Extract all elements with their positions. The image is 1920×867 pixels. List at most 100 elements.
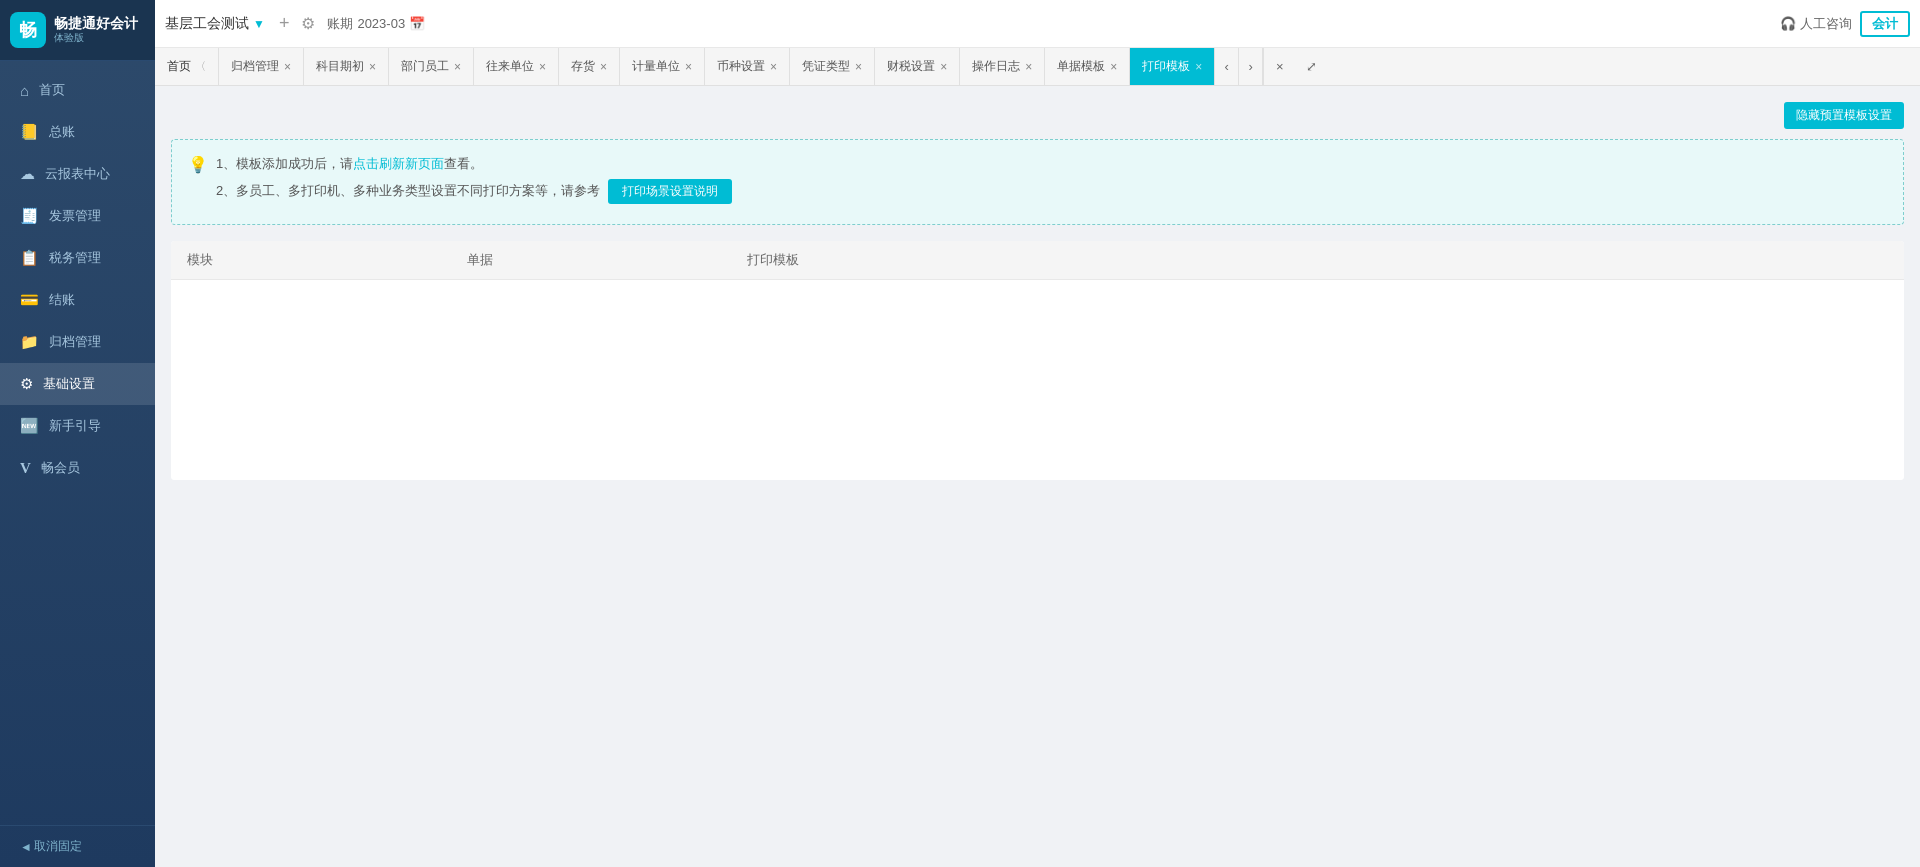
col-receipt: 单据 xyxy=(467,251,747,269)
tab-close-icon[interactable]: × xyxy=(600,60,607,74)
header: 基层工会测试 ▼ + ⚙ 账期 2023-03 📅 🎧 人工咨询 会计 xyxy=(155,0,1920,48)
sidebar-footer-btn[interactable]: ◄ 取消固定 xyxy=(0,825,155,867)
sidebar-item-label: 结账 xyxy=(49,291,75,309)
sidebar-item-home[interactable]: ⌂ 首页 xyxy=(0,69,155,111)
logo-icon: 畅 xyxy=(10,12,46,48)
col-template: 打印模板 xyxy=(747,251,1888,269)
tab-close-icon[interactable]: × xyxy=(454,60,461,74)
sidebar-item-checkout[interactable]: 💳 结账 xyxy=(0,279,155,321)
logo-title: 畅捷通好会计 xyxy=(54,15,138,32)
company-selector[interactable]: 基层工会测试 ▼ xyxy=(165,15,265,33)
bulb-icon: 💡 xyxy=(188,155,208,174)
tab-close-icon[interactable]: × xyxy=(284,60,291,74)
tab-close-icon[interactable]: × xyxy=(685,60,692,74)
tab-close-icon[interactable]: × xyxy=(1110,60,1117,74)
notice-row-1: 💡 1、模板添加成功后，请点击刷新新页面查看。 2、多员工、多打印机、多种业务类… xyxy=(188,154,1887,204)
calendar-icon[interactable]: 📅 xyxy=(409,16,425,31)
tab-label: 打印模板 xyxy=(1142,58,1190,75)
tab-receipt[interactable]: 单据模板 × xyxy=(1045,48,1130,86)
tab-label: 财税设置 xyxy=(887,58,935,75)
tab-inventory[interactable]: 存货 × xyxy=(559,48,620,86)
sidebar-item-invoice[interactable]: 🧾 发票管理 xyxy=(0,195,155,237)
sidebar-item-member[interactable]: V 畅会员 xyxy=(0,447,155,489)
tab-subject[interactable]: 科目期初 × xyxy=(304,48,389,86)
period-label: 账期 xyxy=(327,15,353,33)
tab-label: 币种设置 xyxy=(717,58,765,75)
sidebar-item-ledger[interactable]: 📒 总账 xyxy=(0,111,155,153)
tab-label: 首页 xyxy=(167,58,191,75)
tab-taxsetting[interactable]: 财税设置 × xyxy=(875,48,960,86)
tab-voucher[interactable]: 凭证类型 × xyxy=(790,48,875,86)
sidebar-item-label: 归档管理 xyxy=(49,333,101,351)
tab-close-icon[interactable]: × xyxy=(539,60,546,74)
logo-sub: 体验版 xyxy=(54,31,138,45)
company-dropdown-icon: ▼ xyxy=(253,17,265,31)
basic-icon: ⚙ xyxy=(20,375,33,393)
add-tab-button[interactable]: + xyxy=(279,13,290,34)
sidebar-item-label: 总账 xyxy=(49,123,75,141)
tab-supplier[interactable]: 往来单位 × xyxy=(474,48,559,86)
period-value: 2023-03 xyxy=(357,16,405,31)
invoice-icon: 🧾 xyxy=(20,207,39,225)
sidebar-item-archive[interactable]: 📁 归档管理 xyxy=(0,321,155,363)
print-scene-btn[interactable]: 打印场景设置说明 xyxy=(608,179,732,204)
tab-department[interactable]: 部门员工 × xyxy=(389,48,474,86)
settings-icon[interactable]: ⚙ xyxy=(301,14,315,33)
refresh-link[interactable]: 点击刷新新页面 xyxy=(353,156,444,171)
home-icon: ⌂ xyxy=(20,82,29,99)
sidebar-item-label: 首页 xyxy=(39,81,65,99)
tab-close-icon[interactable]: × xyxy=(1195,60,1202,74)
tab-label: 计量单位 xyxy=(632,58,680,75)
tab-archive[interactable]: 归档管理 × xyxy=(219,48,304,86)
tab-close-all-button[interactable]: × xyxy=(1263,48,1295,86)
sidebar-item-tax[interactable]: 📋 税务管理 xyxy=(0,237,155,279)
tab-close-icon[interactable]: × xyxy=(369,60,376,74)
logo: 畅 畅捷通好会计 体验版 xyxy=(0,0,155,61)
tab-label: 科目期初 xyxy=(316,58,364,75)
tax-icon: 📋 xyxy=(20,249,39,267)
support-button[interactable]: 🎧 人工咨询 xyxy=(1780,15,1852,33)
sidebar-footer-label: 取消固定 xyxy=(34,838,82,855)
tab-oplog[interactable]: 操作日志 × xyxy=(960,48,1045,86)
sidebar-item-label: 税务管理 xyxy=(49,249,101,267)
tab-home-arrow: 〈 xyxy=(195,59,206,74)
tab-close-icon[interactable]: × xyxy=(1025,60,1032,74)
tab-home[interactable]: 首页 〈 xyxy=(155,48,219,86)
ledger-icon: 📒 xyxy=(20,123,39,141)
table-header: 模块 单据 打印模板 xyxy=(171,241,1904,280)
company-name: 基层工会测试 xyxy=(165,15,249,33)
kuaiji-button[interactable]: 会计 xyxy=(1860,11,1910,37)
sidebar-item-label: 新手引导 xyxy=(49,417,101,435)
header-right: 🎧 人工咨询 会计 xyxy=(1780,11,1910,37)
tab-expand-button[interactable]: ⤢ xyxy=(1295,48,1327,86)
hide-template-button[interactable]: 隐藏预置模板设置 xyxy=(1784,102,1904,129)
tab-label: 部门员工 xyxy=(401,58,449,75)
tab-close-icon[interactable]: × xyxy=(770,60,777,74)
print-template-table: 模块 单据 打印模板 xyxy=(171,241,1904,480)
notice-line-1: 1、模板添加成功后，请点击刷新新页面查看。 xyxy=(216,154,732,175)
tab-unit[interactable]: 计量单位 × xyxy=(620,48,705,86)
sidebar-item-label: 基础设置 xyxy=(43,375,95,393)
sidebar-item-basic[interactable]: ⚙ 基础设置 xyxy=(0,363,155,405)
tab-next-button[interactable]: › xyxy=(1239,48,1263,86)
tab-currency[interactable]: 币种设置 × xyxy=(705,48,790,86)
tab-close-icon[interactable]: × xyxy=(940,60,947,74)
tab-close-icon[interactable]: × xyxy=(855,60,862,74)
checkout-icon: 💳 xyxy=(20,291,39,309)
tab-label: 归档管理 xyxy=(231,58,279,75)
notice-box: 💡 1、模板添加成功后，请点击刷新新页面查看。 2、多员工、多打印机、多种业务类… xyxy=(171,139,1904,225)
tab-label: 单据模板 xyxy=(1057,58,1105,75)
tab-label: 往来单位 xyxy=(486,58,534,75)
tab-print[interactable]: 打印模板 × xyxy=(1130,48,1215,86)
reports-icon: ☁ xyxy=(20,165,35,183)
period-display: 账期 2023-03 📅 xyxy=(327,15,425,33)
sidebar-item-reports[interactable]: ☁ 云报表中心 xyxy=(0,153,155,195)
member-icon: V xyxy=(20,460,31,477)
sidebar-nav: ⌂ 首页 📒 总账 ☁ 云报表中心 🧾 发票管理 📋 税务管理 💳 结账 📁 归… xyxy=(0,61,155,825)
hide-template-btn-container: 隐藏预置模板设置 xyxy=(171,102,1904,129)
tab-label: 存货 xyxy=(571,58,595,75)
pin-icon: ◄ xyxy=(20,840,32,854)
guide-icon: 🆕 xyxy=(20,417,39,435)
tab-prev-button[interactable]: ‹ xyxy=(1215,48,1239,86)
sidebar-item-guide[interactable]: 🆕 新手引导 xyxy=(0,405,155,447)
